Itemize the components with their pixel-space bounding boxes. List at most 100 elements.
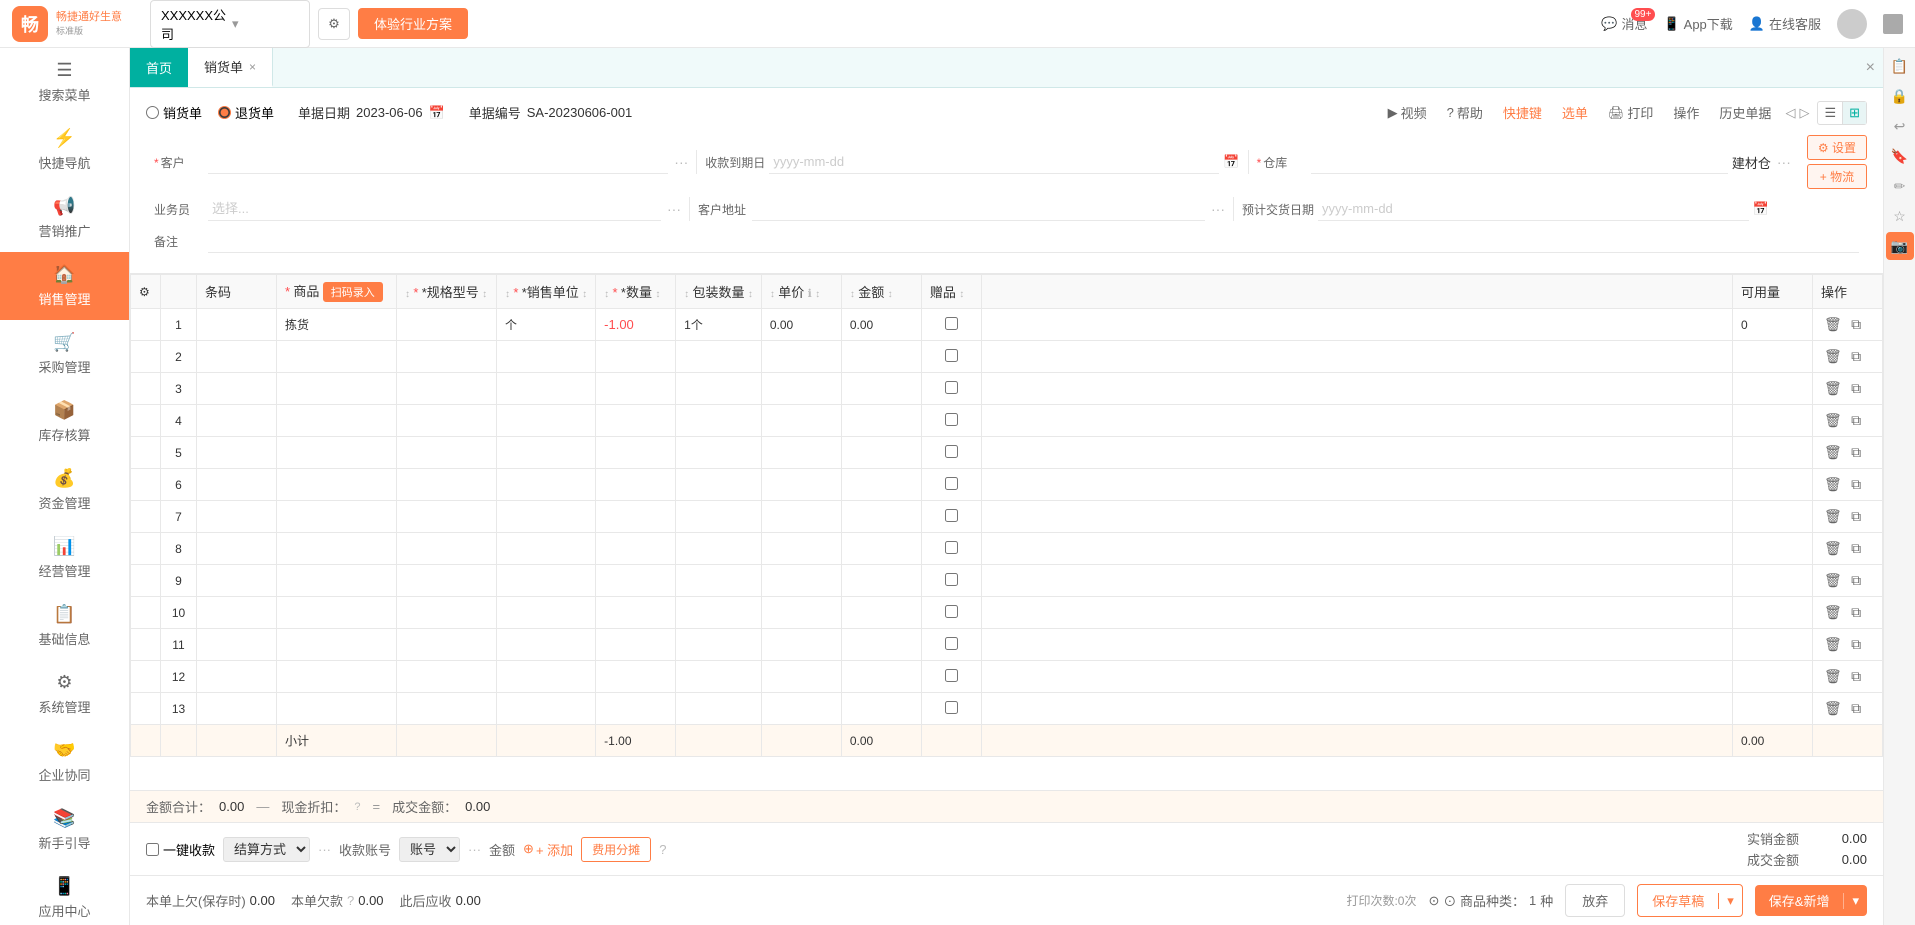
row-unit[interactable] xyxy=(497,501,596,533)
scan-btn[interactable]: 扫码录入 xyxy=(323,282,383,302)
user-menu-icon[interactable] xyxy=(1883,14,1903,34)
addr-dots-btn[interactable]: ··· xyxy=(1211,201,1225,217)
row-spec[interactable] xyxy=(397,533,497,565)
row-barcode[interactable] xyxy=(197,405,277,437)
radio-sales-order[interactable]: 销货单 xyxy=(146,103,202,122)
row-gift[interactable] xyxy=(921,469,981,501)
row-unit[interactable] xyxy=(497,693,596,725)
row-copy-btn[interactable]: ⧉ xyxy=(1848,604,1864,621)
row-price[interactable] xyxy=(761,693,841,725)
row-price[interactable] xyxy=(761,565,841,597)
row-delete-btn[interactable]: 🗑 xyxy=(1821,604,1845,621)
payment-help-icon[interactable]: ? xyxy=(659,842,666,857)
avatar[interactable] xyxy=(1837,9,1867,39)
row-delete-btn[interactable]: 🗑 xyxy=(1821,540,1845,557)
row-delete-btn[interactable]: 🗑 xyxy=(1821,380,1845,397)
sidebar-item-system[interactable]: ⚙ 系统管理 xyxy=(0,660,129,728)
row-gift[interactable] xyxy=(921,405,981,437)
online-service-button[interactable]: 👤 在线客服 xyxy=(1749,14,1821,33)
row-qty[interactable] xyxy=(596,437,676,469)
shortcut-btn[interactable]: 快捷键 xyxy=(1497,100,1548,125)
settings-btn[interactable]: ⚙ 设置 xyxy=(1807,135,1867,160)
one-click-checkbox[interactable] xyxy=(146,843,159,856)
discard-button[interactable]: 放弃 xyxy=(1565,884,1625,917)
row-price[interactable]: 0.00 xyxy=(761,309,841,341)
row-amount[interactable] xyxy=(841,341,921,373)
row-unit[interactable]: 个 xyxy=(497,309,596,341)
message-button[interactable]: 💬 消息 99+ xyxy=(1601,14,1647,33)
row-amount[interactable] xyxy=(841,469,921,501)
tab-close-icon[interactable]: × xyxy=(249,60,256,74)
price-info-icon[interactable]: ℹ xyxy=(808,288,812,300)
row-copy-btn[interactable]: ⧉ xyxy=(1848,476,1864,493)
row-spec[interactable] xyxy=(397,405,497,437)
row-barcode[interactable] xyxy=(197,693,277,725)
rs-icon-4[interactable]: 🔖 xyxy=(1886,142,1914,170)
row-unit[interactable] xyxy=(497,405,596,437)
row-unit[interactable] xyxy=(497,469,596,501)
product-kind-select[interactable]: ⊙ ⊙ 商品种类： 1 种 xyxy=(1428,891,1553,910)
nav-next-icon[interactable]: ▷ xyxy=(1799,105,1809,121)
row-unit[interactable] xyxy=(497,597,596,629)
row-gift[interactable] xyxy=(921,501,981,533)
row-product[interactable]: 拣货 xyxy=(277,309,397,341)
row-gift[interactable] xyxy=(921,661,981,693)
row-gift[interactable] xyxy=(921,437,981,469)
row-amount[interactable] xyxy=(841,437,921,469)
row-delete-btn[interactable]: 🗑 xyxy=(1821,636,1845,653)
row-gift[interactable] xyxy=(921,341,981,373)
row-price[interactable] xyxy=(761,661,841,693)
select-btn[interactable]: 选单 xyxy=(1556,100,1594,125)
row-gift[interactable] xyxy=(921,629,981,661)
row-amount[interactable]: 0.00 xyxy=(841,309,921,341)
row-price[interactable] xyxy=(761,629,841,661)
radio-return-order[interactable]: 退货单 xyxy=(218,103,274,122)
customer-input[interactable] xyxy=(208,150,668,174)
row-unit[interactable] xyxy=(497,533,596,565)
row-unit[interactable] xyxy=(497,373,596,405)
row-delete-btn[interactable]: 🗑 xyxy=(1821,348,1845,365)
row-amount[interactable] xyxy=(841,533,921,565)
account-dots[interactable]: ··· xyxy=(468,842,481,857)
sidebar-item-collab[interactable]: 🤝 企业协同 xyxy=(0,728,129,796)
rs-icon-7[interactable]: 📷 xyxy=(1886,232,1914,260)
rs-icon-6[interactable]: ☆ xyxy=(1886,202,1914,230)
row-barcode[interactable] xyxy=(197,597,277,629)
owed-info-icon[interactable]: ? xyxy=(347,893,354,908)
salesperson-dots-btn[interactable]: ··· xyxy=(667,201,681,217)
row-amount[interactable] xyxy=(841,661,921,693)
row-product[interactable] xyxy=(277,437,397,469)
row-unit[interactable] xyxy=(497,661,596,693)
row-copy-btn[interactable]: ⧉ xyxy=(1848,316,1864,333)
row-copy-btn[interactable]: ⧉ xyxy=(1848,668,1864,685)
sidebar-item-finance[interactable]: 💰 资金管理 xyxy=(0,456,129,524)
row-product[interactable] xyxy=(277,469,397,501)
row-spec[interactable] xyxy=(397,309,497,341)
save-draft-arrow-icon[interactable]: ▾ xyxy=(1718,893,1742,909)
row-qty[interactable] xyxy=(596,693,676,725)
calendar-icon[interactable]: 📅 xyxy=(429,105,445,121)
row-price[interactable] xyxy=(761,341,841,373)
view-grid-btn[interactable]: ⊞ xyxy=(1843,102,1866,124)
row-product[interactable] xyxy=(277,501,397,533)
row-qty[interactable] xyxy=(596,661,676,693)
row-amount[interactable] xyxy=(841,597,921,629)
row-barcode[interactable] xyxy=(197,373,277,405)
row-price[interactable] xyxy=(761,469,841,501)
row-amount[interactable] xyxy=(841,629,921,661)
save-new-arrow-icon[interactable]: ▾ xyxy=(1843,893,1867,909)
row-pkgqty[interactable] xyxy=(676,597,762,629)
row-delete-btn[interactable]: 🗑 xyxy=(1821,444,1845,461)
row-pkgqty[interactable] xyxy=(676,565,762,597)
row-spec[interactable] xyxy=(397,565,497,597)
row-copy-btn[interactable]: ⧉ xyxy=(1848,348,1864,365)
row-price[interactable] xyxy=(761,533,841,565)
logistics-btn[interactable]: + 物流 xyxy=(1807,164,1867,189)
customer-dots-btn[interactable]: ··· xyxy=(674,154,688,170)
calc-method-dots[interactable]: ··· xyxy=(318,842,331,857)
warehouse-input[interactable] xyxy=(1311,150,1728,174)
row-price[interactable] xyxy=(761,437,841,469)
row-copy-btn[interactable]: ⧉ xyxy=(1848,444,1864,461)
row-pkgqty[interactable] xyxy=(676,533,762,565)
row-copy-btn[interactable]: ⧉ xyxy=(1848,540,1864,557)
